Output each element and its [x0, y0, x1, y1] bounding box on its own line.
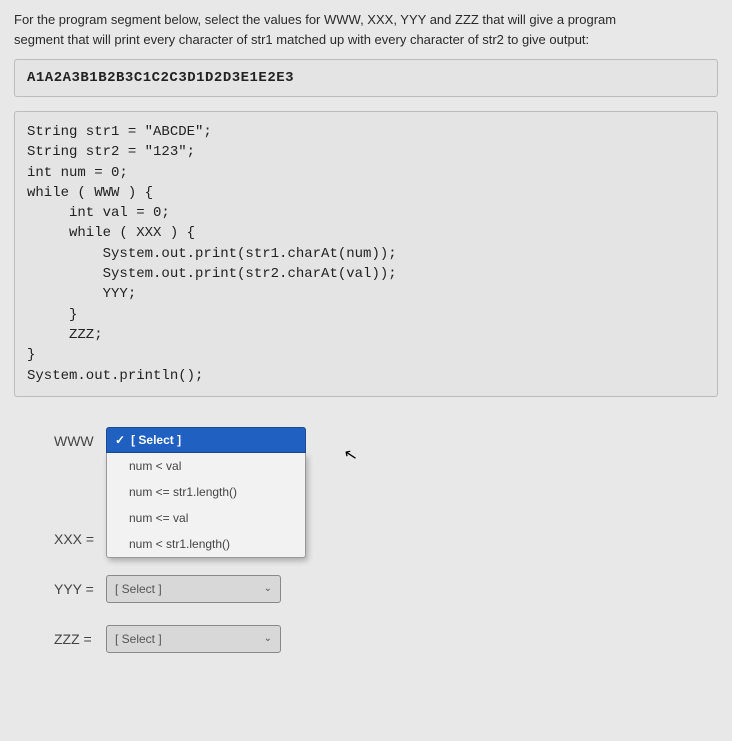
zzz-select[interactable]: [ Select ] ⌄	[106, 625, 281, 653]
yyy-select[interactable]: [ Select ] ⌄	[106, 575, 281, 603]
question-line-2: segment that will print every character …	[14, 32, 589, 47]
xxx-label: XXX =	[54, 525, 106, 547]
cursor-icon: ↖	[342, 444, 359, 466]
www-option-1[interactable]: num <= str1.length()	[107, 479, 305, 505]
chevron-down-icon: ⌄	[264, 633, 272, 644]
chevron-down-icon: ⌄	[264, 583, 272, 594]
www-dropdown[interactable]: ✓ [ Select ] num < val num <= str1.lengt…	[106, 427, 306, 453]
expected-output-box: A1A2A3B1B2B3C1C2C3D1D2D3E1E2E3	[14, 59, 718, 97]
answer-row-www: WWW ✓ [ Select ] num < val num <= str1.l…	[54, 427, 718, 453]
code-text: String str1 = "ABCDE"; String str2 = "12…	[27, 124, 397, 384]
www-option-3[interactable]: num < str1.length()	[107, 531, 305, 557]
www-dropdown-list: num < val num <= str1.length() num <= va…	[106, 453, 306, 558]
zzz-label: ZZZ =	[54, 625, 106, 647]
zzz-placeholder: [ Select ]	[115, 632, 162, 646]
www-dropdown-selected[interactable]: ✓ [ Select ]	[106, 427, 306, 453]
question-line-1: For the program segment below, select th…	[14, 12, 616, 27]
expected-output-text: A1A2A3B1B2B3C1C2C3D1D2D3E1E2E3	[27, 70, 294, 86]
yyy-label: YYY =	[54, 575, 106, 597]
www-option-2[interactable]: num <= val	[107, 505, 305, 531]
question-prompt: For the program segment below, select th…	[14, 10, 718, 49]
answer-row-yyy: YYY = [ Select ] ⌄	[54, 575, 718, 603]
www-label: WWW	[54, 427, 106, 449]
www-option-0[interactable]: num < val	[107, 453, 305, 479]
answer-row-zzz: ZZZ = [ Select ] ⌄	[54, 625, 718, 653]
yyy-placeholder: [ Select ]	[115, 582, 162, 596]
answer-section: WWW ✓ [ Select ] num < val num <= str1.l…	[14, 427, 718, 653]
check-icon: ✓	[115, 433, 125, 447]
www-selected-text: [ Select ]	[131, 433, 181, 447]
code-segment-box: String str1 = "ABCDE"; String str2 = "12…	[14, 111, 718, 397]
